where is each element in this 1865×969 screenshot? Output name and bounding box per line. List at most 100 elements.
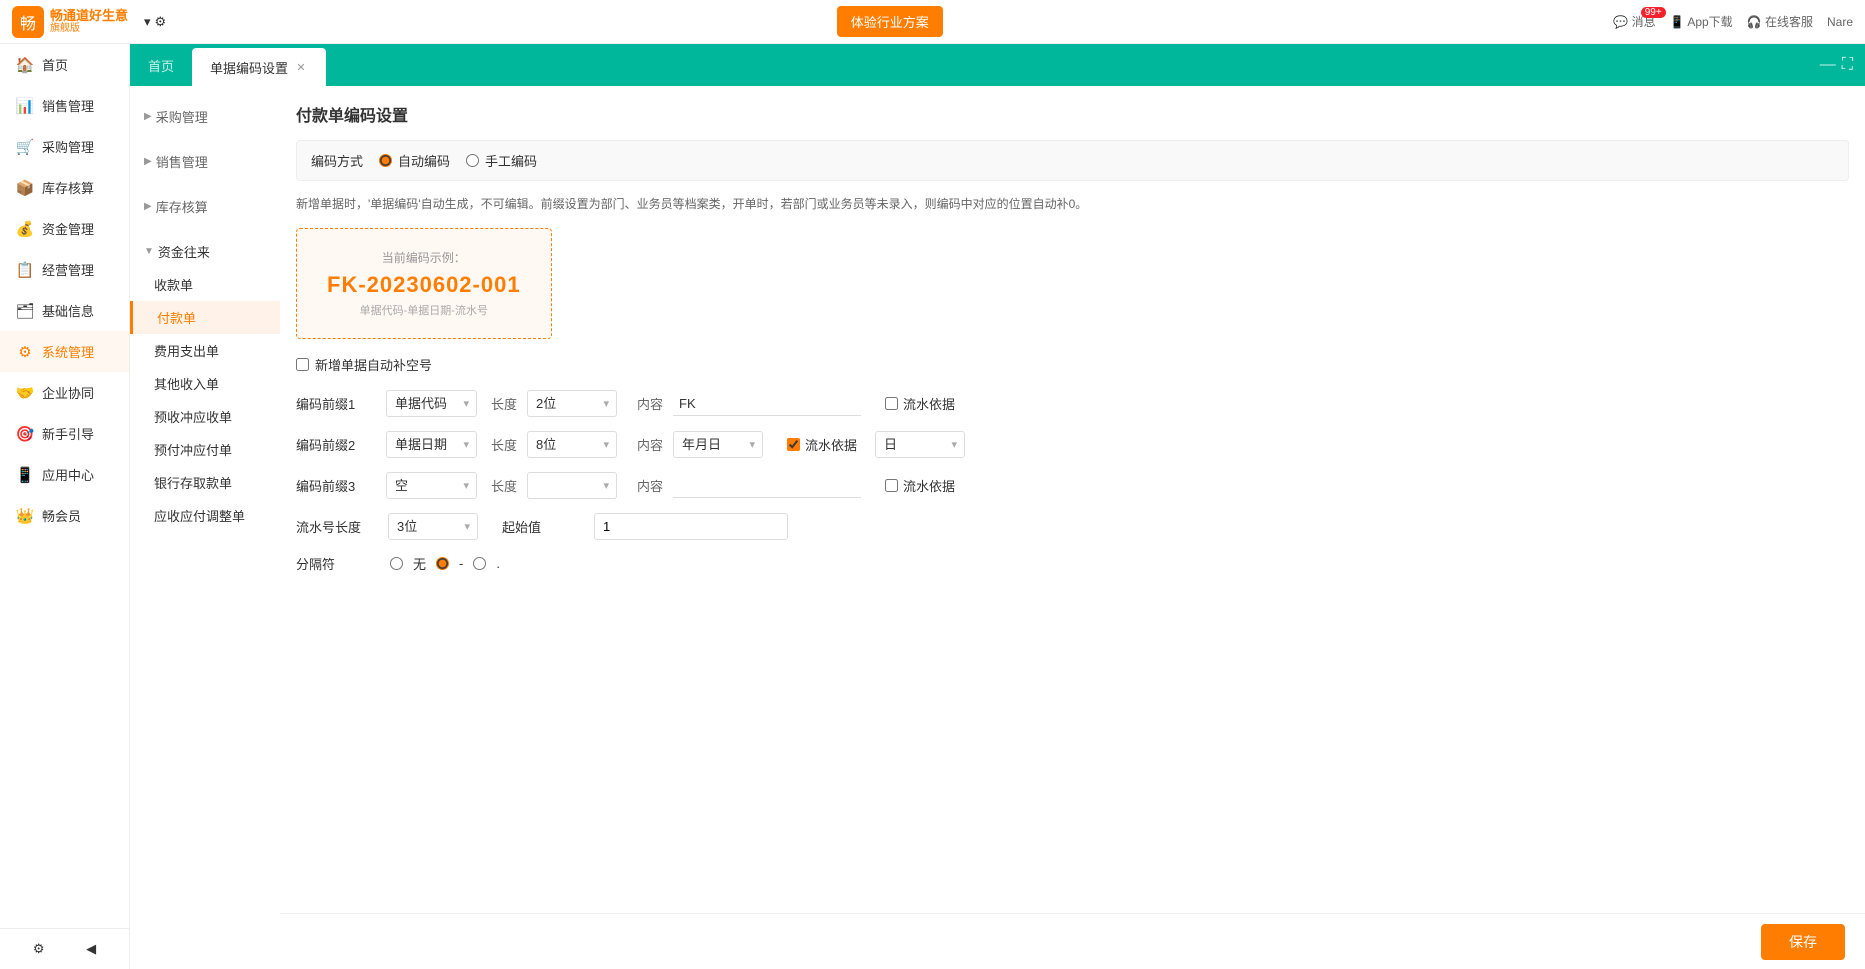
- sec-item-payable-adjust[interactable]: 应收应付调整单: [130, 499, 280, 532]
- prefix1-length-label: 长度: [491, 394, 517, 413]
- sidebar-collapse-icon[interactable]: ◀: [86, 941, 96, 957]
- auto-fill-checkbox[interactable]: [296, 358, 309, 371]
- auto-code-radio[interactable]: [379, 154, 392, 167]
- prefix1-select[interactable]: 单据代码 空 部门 业务员: [386, 390, 477, 417]
- separator-dot-label[interactable]: .: [496, 556, 500, 571]
- sidebar-item-member[interactable]: 👑 畅会员: [0, 495, 129, 536]
- prefix2-label: 编码前缀2: [296, 435, 376, 454]
- prefix3-serial-checkbox[interactable]: [885, 479, 898, 492]
- sidebar-item-home[interactable]: 🏠 首页: [0, 44, 129, 85]
- sec-item-bank-deposit[interactable]: 银行存取款单: [130, 466, 280, 499]
- prefix1-serial-label: 流水依据: [903, 394, 955, 413]
- separator-none-radio[interactable]: [390, 557, 403, 570]
- sidebar-label-system: 系统管理: [42, 342, 94, 361]
- serial-length-label: 流水号长度: [296, 517, 376, 536]
- sidebar-item-purchase[interactable]: 🛒 采购管理: [0, 126, 129, 167]
- sidebar-item-inventory[interactable]: 📦 库存核算: [0, 167, 129, 208]
- sidebar-item-finance[interactable]: 💰 资金管理: [0, 208, 129, 249]
- sidebar-item-appcenter[interactable]: 📱 应用中心: [0, 454, 129, 495]
- home-icon: 🏠: [16, 56, 34, 74]
- sidebar-item-system[interactable]: ⚙ 系统管理: [0, 331, 129, 372]
- auto-code-label[interactable]: 自动编码: [398, 151, 450, 170]
- tab-maximize-icon[interactable]: ⛶: [1842, 56, 1853, 74]
- prefix3-length-select[interactable]: [527, 472, 617, 499]
- sec-item-payment[interactable]: 付款单: [130, 301, 280, 334]
- code-preview-value: FK-20230602-001: [327, 272, 521, 298]
- sec-group-purchase-title[interactable]: ▶ 采购管理: [130, 100, 280, 133]
- industry-button[interactable]: 体验行业方案: [837, 6, 943, 37]
- sidebar-label-basic: 基础信息: [42, 301, 94, 320]
- tab-coding-close[interactable]: ✕: [294, 60, 308, 74]
- tab-coding[interactable]: 单据编码设置 ✕: [192, 48, 326, 86]
- service-icon: 🎧: [1747, 15, 1762, 29]
- nav-dropdown[interactable]: ▾ ⚙: [144, 14, 166, 30]
- sec-group-sales-title[interactable]: ▶ 销售管理: [130, 145, 280, 178]
- prefix1-content-input[interactable]: [673, 392, 861, 416]
- sidebar-item-basic[interactable]: 🗂 基础信息: [0, 290, 129, 331]
- serial-start-input[interactable]: [594, 513, 788, 540]
- serial-length-select[interactable]: 3位 4位 5位: [388, 513, 478, 540]
- footer-bar: 保存: [280, 913, 1865, 969]
- sec-item-other-income[interactable]: 其他收入单: [130, 367, 280, 400]
- sec-group-inventory-title[interactable]: ▶ 库存核算: [130, 190, 280, 223]
- tab-minimize-icon[interactable]: —: [1820, 56, 1836, 74]
- code-preview-box: 当前编码示例： FK-20230602-001 单据代码-单据日期-流水号: [296, 228, 552, 339]
- prefix2-day-select[interactable]: 日 月 年: [875, 431, 965, 458]
- sec-item-prepaid-payable[interactable]: 预付冲应付单: [130, 433, 280, 466]
- prefix3-select[interactable]: 空 单据代码 单据日期: [386, 472, 477, 499]
- prefix3-content-input[interactable]: [673, 474, 861, 498]
- separator-dot-radio[interactable]: [473, 557, 486, 570]
- form-area: 付款单编码设置 编码方式 自动编码 手工编码: [280, 86, 1865, 913]
- sec-item-receipt[interactable]: 收款单: [130, 268, 280, 301]
- sidebar-item-guide[interactable]: 🎯 新手引导: [0, 413, 129, 454]
- prefix2-serial-checkbox[interactable]: [787, 438, 800, 451]
- app-icon: 📱: [1670, 15, 1685, 29]
- prefix1-select-wrap: 单据代码 空 部门 业务员: [386, 390, 477, 417]
- sec-group-capital-title[interactable]: ▼ 资金往来: [130, 235, 280, 268]
- save-button[interactable]: 保存: [1761, 924, 1845, 960]
- sidebar-item-operations[interactable]: 📋 经营管理: [0, 249, 129, 290]
- message-badge: 99+: [1641, 7, 1666, 18]
- user-name: Nare: [1827, 15, 1853, 29]
- gear-icon[interactable]: ⚙: [155, 14, 167, 30]
- sidebar-label-operations: 经营管理: [42, 260, 94, 279]
- prefix2-serial-wrap: 流水依据: [787, 435, 857, 454]
- logo: 畅 畅通道好生意 旗舰版: [12, 6, 128, 38]
- sec-item-expense[interactable]: 费用支出单: [130, 334, 280, 367]
- message-button[interactable]: 💬 消息 99+: [1613, 13, 1655, 30]
- prefix2-content-select[interactable]: 年月日 年月 年: [673, 431, 763, 458]
- prefix1-serial-checkbox[interactable]: [885, 397, 898, 410]
- manual-code-label[interactable]: 手工编码: [485, 151, 537, 170]
- sidebar-item-enterprise[interactable]: 🤝 企业协同: [0, 372, 129, 413]
- online-service-button[interactable]: 🎧 在线客服: [1747, 13, 1813, 30]
- prefix3-serial-label: 流水依据: [903, 476, 955, 495]
- code-preview-label: 当前编码示例：: [327, 249, 521, 266]
- separator-dash-label[interactable]: -: [459, 556, 463, 571]
- prefix3-select-wrap: 空 单据代码 单据日期: [386, 472, 477, 499]
- chevron-right-icon2: ▶: [144, 156, 152, 167]
- user-avatar[interactable]: Nare: [1827, 15, 1853, 29]
- sidebar-bottom: ⚙ ◀: [0, 928, 129, 969]
- separator-none-label[interactable]: 无: [413, 554, 426, 573]
- tab-home[interactable]: 首页: [130, 44, 192, 86]
- auto-fill-label[interactable]: 新增单据自动补空号: [315, 355, 432, 374]
- coding-method-section: 编码方式 自动编码 手工编码: [296, 140, 1849, 181]
- prefix3-serial-wrap: 流水依据: [885, 476, 955, 495]
- logo-text: 畅通道好生意 旗舰版: [50, 8, 128, 36]
- separator-label: 分隔符: [296, 554, 376, 573]
- sec-group-inventory: ▶ 库存核算: [130, 184, 280, 229]
- prefix2-select[interactable]: 单据日期 空 部门: [386, 431, 477, 458]
- content-area: 首页 单据编码设置 ✕ — ⛶ ▶ 采购管理: [130, 44, 1865, 969]
- manual-code-radio[interactable]: [466, 154, 479, 167]
- prefix2-length-select[interactable]: 8位 4位 6位: [527, 431, 617, 458]
- sec-group-capital: ▼ 资金往来 收款单 付款单 费用支出单 其他收入单 预收冲应收单 预付冲应付单…: [130, 229, 280, 538]
- finance-icon: 💰: [16, 220, 34, 238]
- prefix1-length-select[interactable]: 2位 3位 4位: [527, 390, 617, 417]
- app-download-button[interactable]: 📱 App下载: [1670, 13, 1733, 30]
- sec-item-prepaid-receivable[interactable]: 预收冲应收单: [130, 400, 280, 433]
- code-preview-sub: 单据代码-单据日期-流水号: [327, 302, 521, 318]
- separator-dash-radio[interactable]: [436, 557, 449, 570]
- sidebar-item-sales[interactable]: 📊 销售管理: [0, 85, 129, 126]
- sidebar-settings-icon[interactable]: ⚙: [33, 941, 45, 957]
- prefix1-content-label: 内容: [637, 394, 663, 413]
